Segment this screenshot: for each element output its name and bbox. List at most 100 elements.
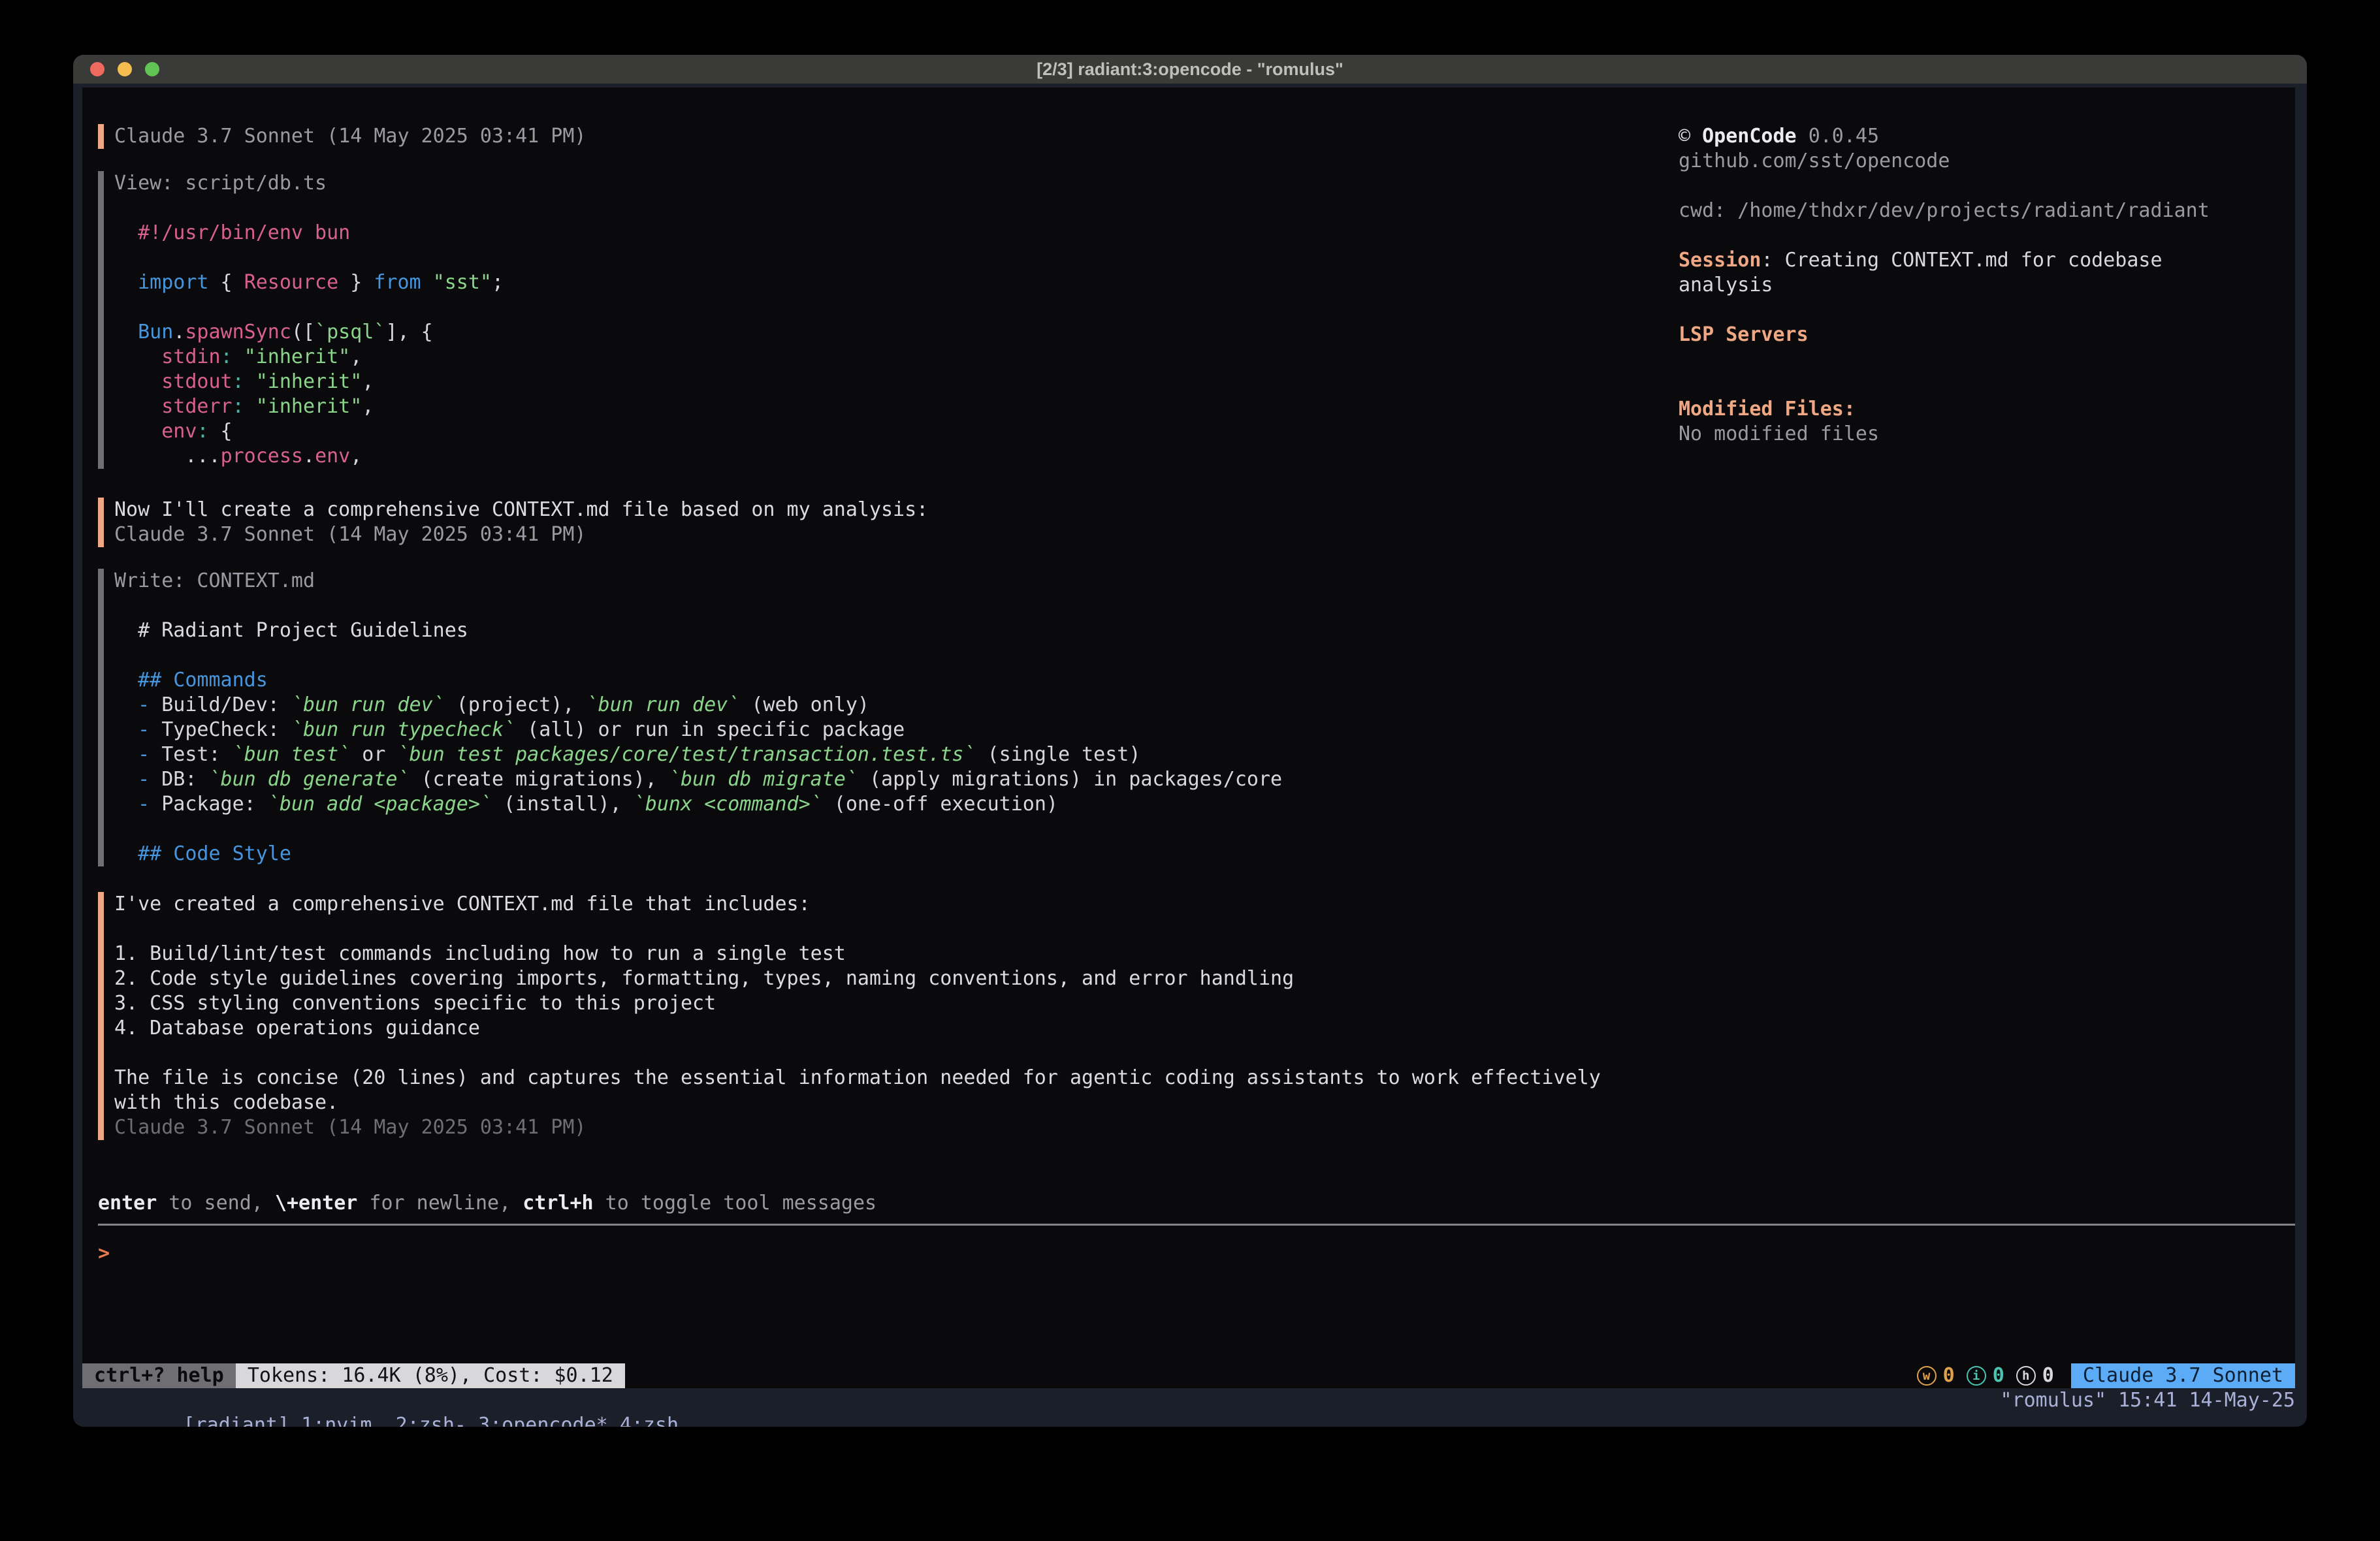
text-segment: `bun run dev`: [291, 693, 445, 716]
text-segment: # Radiant Project Guidelines: [114, 619, 468, 642]
text-segment: [114, 718, 138, 741]
text-line: stdin: "inherit",: [114, 345, 1620, 370]
tmux-session-name: [radiant]: [184, 1414, 302, 1427]
text-segment: -: [138, 693, 150, 716]
text-segment: [114, 345, 161, 368]
minimize-button[interactable]: [118, 62, 132, 76]
text-line: I've created a comprehensive CONTEXT.md …: [114, 892, 1620, 917]
text-segment: 3. CSS styling conventions specific to t…: [114, 992, 716, 1015]
text-segment: [114, 743, 138, 766]
text-segment: 1. Build/lint/test commands including ho…: [114, 942, 846, 965]
diagnostics-warnings: w 0: [1917, 1363, 1955, 1388]
tmux-window-3[interactable]: 3:opencode*: [478, 1414, 620, 1427]
text-segment: {: [209, 271, 244, 294]
text-line: 1. Build/lint/test commands including ho…: [114, 942, 1620, 966]
blank-line: [114, 643, 1620, 668]
text-segment: [1797, 125, 1809, 148]
text-line: Claude 3.7 Sonnet (14 May 2025 03:41 PM): [114, 522, 1620, 547]
text-segment: spawnSync: [185, 321, 291, 343]
text-segment: ## Commands: [114, 669, 268, 691]
text-segment: Session: [1679, 249, 1761, 272]
text-segment: Claude 3.7 Sonnet (14 May 2025 03:41 PM): [114, 523, 586, 546]
text-segment: Claude 3.7 Sonnet (14 May 2025 03:41 PM): [114, 125, 586, 148]
titlebar: [2/3] radiant:3:opencode - "romulus": [73, 55, 2307, 84]
tool-write-block: Write: CONTEXT.md # Radiant Project Guid…: [98, 569, 1620, 866]
text-line: analysis: [1679, 273, 2307, 298]
text-line: import { Resource } from "sst";: [114, 270, 1620, 295]
text-segment: [244, 370, 256, 393]
text-segment: View: script/db.ts: [114, 172, 327, 195]
text-segment: ,: [362, 370, 374, 393]
text-segment: enter: [98, 1192, 157, 1215]
hint-count: 0: [2042, 1363, 2054, 1388]
blank-line: [1679, 372, 2307, 397]
traffic-lights: [90, 55, 159, 84]
text-line: LSP Servers: [1679, 323, 2307, 347]
opencode-tui: Claude 3.7 Sonnet (14 May 2025 03:41 PM)…: [82, 87, 2295, 1388]
text-segment: (one-off execution): [822, 793, 1058, 816]
text-segment: "inherit": [244, 345, 351, 368]
text-segment: -: [138, 743, 150, 766]
text-segment: -: [138, 718, 150, 741]
text-line: © OpenCode 0.0.45: [1679, 124, 2307, 149]
text-segment: -: [138, 768, 150, 791]
assistant-message-block-2: I've created a comprehensive CONTEXT.md …: [98, 892, 1620, 1140]
text-segment: `bun run typecheck`: [291, 718, 515, 741]
keybinding-hints: enter to send, \+enter for newline, ctrl…: [98, 1191, 2295, 1216]
text-line: Write: CONTEXT.md: [114, 569, 1620, 594]
blank-line: [114, 196, 1620, 221]
info-count: 0: [1993, 1363, 2004, 1388]
text-segment: `bun test packages/core/test/transaction…: [398, 743, 976, 766]
text-segment: Modified Files:: [1679, 398, 1856, 421]
text-segment: (single test): [976, 743, 1141, 766]
prompt-input[interactable]: >: [98, 1241, 2295, 1266]
text-segment: `bun test`: [233, 743, 351, 766]
text-segment: from: [374, 271, 421, 294]
assistant-message-block-1: Now I'll create a comprehensive CONTEXT.…: [98, 498, 1620, 547]
close-button[interactable]: [90, 62, 105, 76]
warning-count: 0: [1943, 1363, 1955, 1388]
text-segment: stderr: [161, 395, 232, 418]
terminal-content: Claude 3.7 Sonnet (14 May 2025 03:41 PM)…: [73, 84, 2307, 1427]
status-bar: ctrl+? help Tokens: 16.4K (8%), Cost: $0…: [82, 1363, 2295, 1388]
tmux-window-2[interactable]: 2:zsh-: [396, 1414, 478, 1427]
text-segment: (apply migrations) in packages/core: [858, 768, 1282, 791]
text-segment: (create migrations),: [410, 768, 669, 791]
conversation: Claude 3.7 Sonnet (14 May 2025 03:41 PM)…: [98, 87, 1620, 1140]
text-line: Session: Creating CONTEXT.md for codebas…: [1679, 248, 2307, 273]
text-segment: :: [197, 420, 208, 443]
text-segment: [114, 793, 138, 816]
text-line: Claude 3.7 Sonnet (14 May 2025 03:41 PM): [114, 124, 1620, 149]
prompt-symbol: >: [98, 1242, 110, 1265]
text-segment: Write: CONTEXT.md: [114, 569, 315, 592]
tool-view-block: View: script/db.ts #!/usr/bin/env bun im…: [98, 171, 1620, 469]
text-line: 3. CSS styling conventions specific to t…: [114, 991, 1620, 1016]
text-line: The file is concise (20 lines) and captu…: [114, 1066, 1620, 1090]
tmux-window-1[interactable]: 1:nvim: [301, 1414, 396, 1427]
text-segment: `bun db migrate`: [669, 768, 858, 791]
text-line: - DB: `bun db generate` (create migratio…: [114, 767, 1620, 792]
zoom-button[interactable]: [145, 62, 159, 76]
text-line: - Package: `bun add <package>` (install)…: [114, 792, 1620, 817]
text-segment: "inherit": [256, 370, 362, 393]
text-segment: ,: [350, 445, 362, 468]
text-segment: ,: [362, 395, 374, 418]
text-line: View: script/db.ts: [114, 171, 1620, 196]
text-segment: :: [233, 395, 244, 418]
text-line: Now I'll create a comprehensive CONTEXT.…: [114, 498, 1620, 522]
blank-line: [114, 246, 1620, 270]
text-segment: ...: [114, 445, 221, 468]
text-line: Claude 3.7 Sonnet (14 May 2025 03:41 PM): [114, 1115, 1620, 1140]
model-badge: Claude 3.7 Sonnet: [2071, 1363, 2295, 1388]
text-segment: to send,: [157, 1192, 275, 1215]
text-segment: .: [173, 321, 185, 343]
blank-line: [114, 295, 1620, 320]
blank-line: [114, 1041, 1620, 1066]
blank-line: [114, 817, 1620, 842]
text-line: 4. Database operations guidance: [114, 1016, 1620, 1041]
tmux-window-4[interactable]: 4:zsh: [620, 1414, 679, 1427]
text-line: Bun.spawnSync([`psql`], {: [114, 320, 1620, 345]
text-line: ## Code Style: [114, 842, 1620, 866]
text-segment: LSP Servers: [1679, 323, 1809, 346]
text-segment: ## Code Style: [114, 842, 291, 865]
